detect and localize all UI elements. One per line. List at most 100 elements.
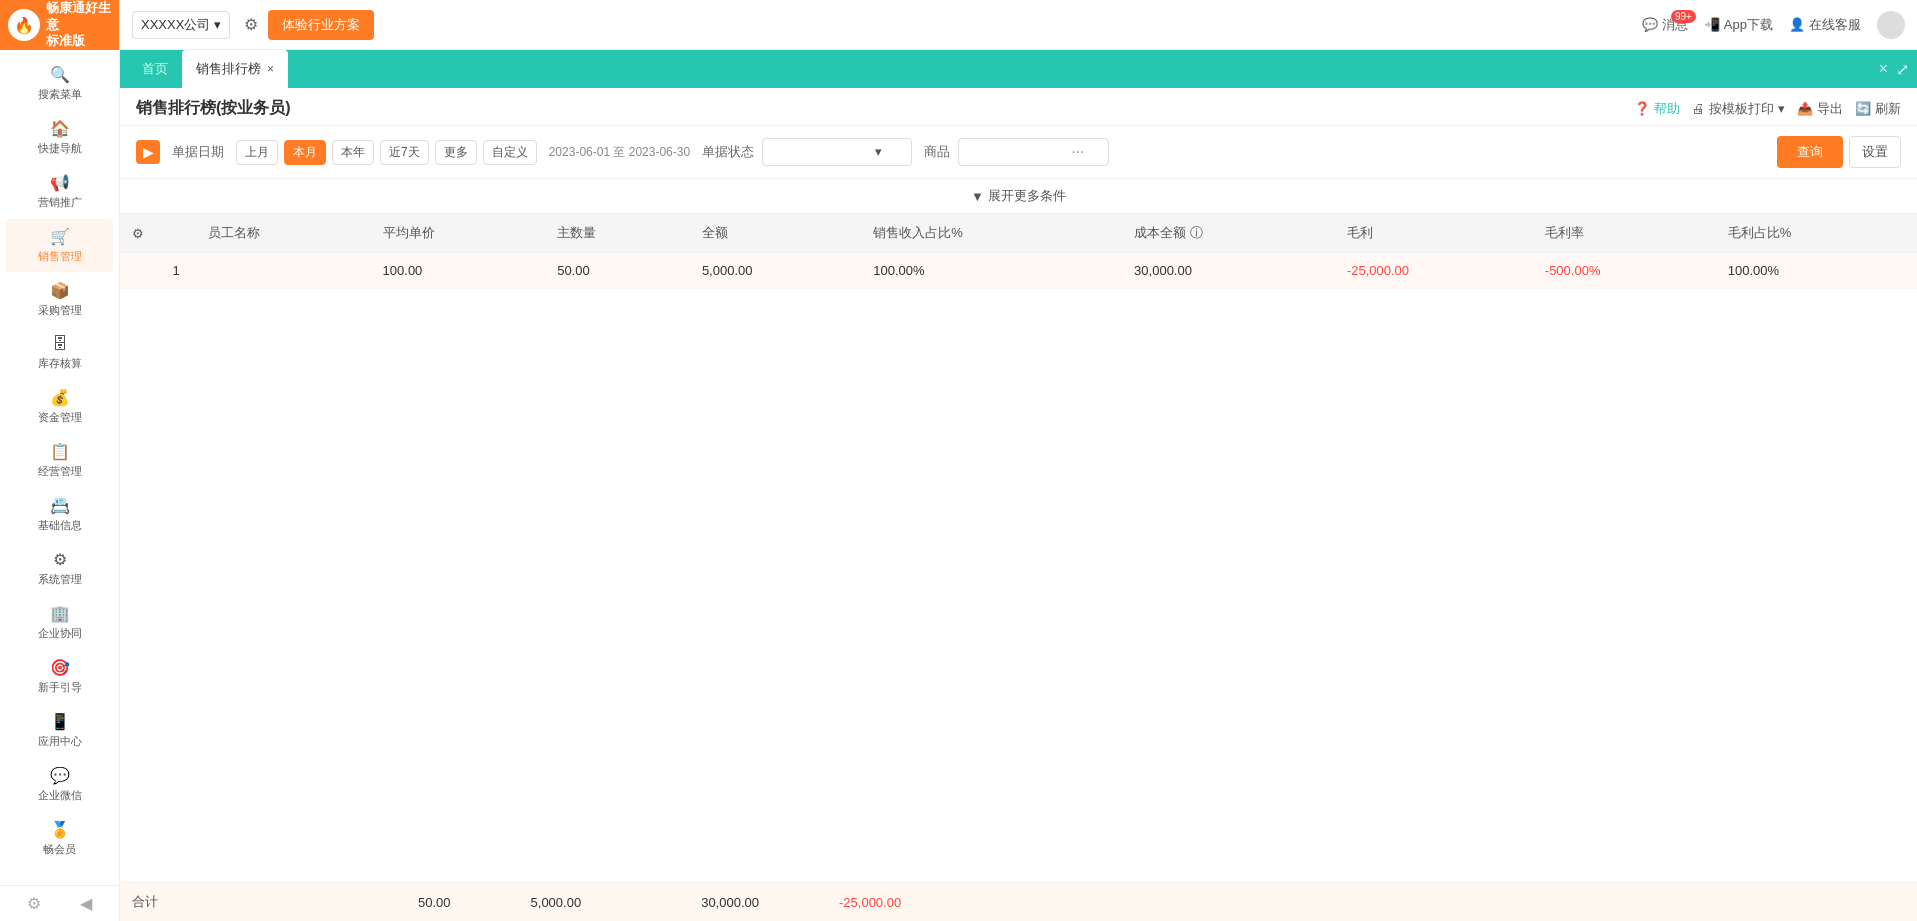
status-filter-label: 单据状态	[702, 143, 754, 161]
query-button[interactable]: 查询	[1777, 136, 1843, 168]
topbar-right: 💬 消息 99+ 📲 App下载 👤 在线客服	[1642, 11, 1905, 39]
date-filter-label: 单据日期	[172, 143, 224, 161]
table-container: ⚙ 员工名称 平均单价 主数量 全额 销售收入占比% 成本全额 ⓘ 毛利 毛利率…	[120, 214, 1917, 882]
settings-button[interactable]: 设置	[1849, 136, 1901, 168]
tab-close-all-icon[interactable]: ×	[1879, 60, 1888, 79]
row-sales-ratio-cell: 100.00%	[861, 253, 1122, 289]
table-footer: 合计 50.00 5,000.00 30,000.00 -25,000.00	[120, 882, 1917, 921]
goods-filter-label: 商品	[924, 143, 950, 161]
app-download-button[interactable]: 📲 App下载	[1704, 16, 1773, 34]
help-button[interactable]: ❓ 帮助	[1634, 100, 1680, 118]
service-icon: 👤	[1789, 17, 1805, 32]
sidebar-item-marketing[interactable]: 📢 营销推广	[6, 165, 113, 218]
date-range-display: 2023-06-01 至 2023-06-30	[549, 144, 690, 161]
sidebar-collapse-icon[interactable]: ◀	[80, 894, 92, 913]
sidebar-item-enterprise[interactable]: 🏢 企业协同	[6, 596, 113, 649]
trial-button[interactable]: 体验行业方案	[268, 10, 374, 40]
date-this-month-btn[interactable]: 本月	[284, 140, 326, 165]
tab-sales-ranking[interactable]: 销售排行榜 ×	[182, 50, 288, 88]
row-rank-cell: 1	[156, 253, 196, 289]
message-badge: 99+	[1671, 10, 1696, 23]
sidebar-item-purchase[interactable]: 📦 采购管理	[6, 273, 113, 326]
toggle-filter-button[interactable]: ▶	[136, 140, 160, 164]
download-icon: 📲	[1704, 17, 1720, 32]
status-filter-group: 单据状态 ▾	[702, 138, 912, 166]
table-row: 1 100.00 50.00 5,000.00 100.00% 30,000.0…	[120, 253, 1917, 289]
date-filters: 上月 本月 本年 近7天 更多 自定义	[236, 140, 537, 165]
date-more-btn[interactable]: 更多	[435, 140, 477, 165]
sidebar-item-inventory[interactable]: 🗄 库存核算	[6, 327, 113, 379]
sidebar-item-search[interactable]: 🔍 搜索菜单	[6, 57, 113, 110]
export-icon: 📤	[1797, 101, 1813, 116]
row-avg-price-cell: 100.00	[371, 253, 546, 289]
topbar: XXXXX公司 ▾ ⚙ 体验行业方案 💬 消息 99+ 📲 App下载 👤 在线…	[120, 0, 1917, 50]
status-select[interactable]: ▾	[762, 138, 912, 166]
refresh-button[interactable]: 🔄 刷新	[1855, 100, 1901, 118]
footer-main-qty: 50.00	[418, 895, 451, 910]
row-gross-cell: -25,000.00	[1335, 253, 1533, 289]
row-name-cell	[196, 253, 371, 289]
online-service-button[interactable]: 👤 在线客服	[1789, 16, 1861, 34]
col-gross-rate: 毛利率	[1533, 214, 1716, 253]
col-sales-ratio: 销售收入占比%	[861, 214, 1122, 253]
print-chevron-icon: ▾	[1778, 101, 1785, 116]
filter-row-1: ▶ 单据日期 上月 本月 本年 近7天 更多 自定义 2023-06-01 至 …	[136, 136, 1901, 168]
export-button[interactable]: 📤 导出	[1797, 100, 1843, 118]
tab-close-icon[interactable]: ×	[267, 62, 274, 76]
main-area: XXXXX公司 ▾ ⚙ 体验行业方案 💬 消息 99+ 📲 App下载 👤 在线…	[120, 0, 1917, 921]
tab-expand-icon[interactable]: ⤢	[1896, 60, 1909, 79]
print-button[interactable]: 🖨 按模板打印 ▾	[1692, 100, 1785, 118]
finance-icon: 💰	[50, 388, 70, 407]
page-header: 销售排行榜(按业务员) ❓ 帮助 🖨 按模板打印 ▾ 📤 导出 🔄 刷新	[120, 88, 1917, 126]
goods-select[interactable]: ···	[958, 138, 1109, 166]
column-settings-icon[interactable]: ⚙	[132, 226, 144, 241]
member-icon: 🏅	[50, 820, 70, 839]
basic-icon: 📇	[50, 496, 70, 515]
message-button[interactable]: 💬 消息 99+	[1642, 16, 1688, 34]
print-icon: 🖨	[1692, 101, 1705, 116]
beginner-icon: 🎯	[50, 658, 70, 677]
date-last-7-days-btn[interactable]: 近7天	[380, 140, 429, 165]
sidebar-item-wechat[interactable]: 💬 企业微信	[6, 758, 113, 811]
tab-home[interactable]: 首页	[128, 50, 182, 88]
row-amount-cell: 5,000.00	[690, 253, 861, 289]
sidebar-logo: 🔥 畅康通好生意 标准版	[0, 0, 119, 50]
sidebar-item-system[interactable]: ⚙ 系统管理	[6, 542, 113, 595]
tabbar: 首页 销售排行榜 × × ⤢	[120, 50, 1917, 88]
user-avatar[interactable]	[1877, 11, 1905, 39]
date-last-month-btn[interactable]: 上月	[236, 140, 278, 165]
company-name: XXXXX公司	[141, 16, 210, 34]
marketing-icon: 📢	[50, 173, 70, 192]
page-title: 销售排行榜(按业务员)	[136, 98, 291, 119]
sidebar-item-basic[interactable]: 📇 基础信息	[6, 488, 113, 541]
sidebar: 🔥 畅康通好生意 标准版 🔍 搜索菜单 🏠 快捷导航 📢 营销推广 🛒 销售管理…	[0, 0, 120, 921]
date-custom-btn[interactable]: 自定义	[483, 140, 537, 165]
content-area: 销售排行榜(按业务员) ❓ 帮助 🖨 按模板打印 ▾ 📤 导出 🔄 刷新	[120, 88, 1917, 921]
sidebar-item-operations[interactable]: 📋 经营管理	[6, 434, 113, 487]
sidebar-item-sales[interactable]: 🛒 销售管理	[6, 219, 113, 272]
expand-row: ▼ 展开更多条件	[120, 179, 1917, 214]
col-amount: 全额	[690, 214, 861, 253]
topbar-settings-icon[interactable]: ⚙	[244, 15, 258, 34]
goods-more-icon[interactable]: ···	[1071, 143, 1084, 161]
row-main-qty-cell: 50.00	[545, 253, 690, 289]
appstore-icon: 📱	[50, 712, 70, 731]
expand-chevron-icon: ▼	[971, 189, 984, 204]
company-selector[interactable]: XXXXX公司 ▾	[132, 11, 230, 39]
sales-icon: 🛒	[50, 227, 70, 246]
sidebar-item-member[interactable]: 🏅 畅会员	[6, 812, 113, 865]
ranking-table: ⚙ 员工名称 平均单价 主数量 全额 销售收入占比% 成本全额 ⓘ 毛利 毛利率…	[120, 214, 1917, 289]
logo-text: 畅康通好生意 标准版	[46, 0, 111, 50]
date-this-year-btn[interactable]: 本年	[332, 140, 374, 165]
sidebar-item-finance[interactable]: 💰 资金管理	[6, 380, 113, 433]
sidebar-item-appstore[interactable]: 📱 应用中心	[6, 704, 113, 757]
wechat-icon: 💬	[50, 766, 70, 785]
sidebar-item-quick-nav[interactable]: 🏠 快捷导航	[6, 111, 113, 164]
operations-icon: 📋	[50, 442, 70, 461]
expand-conditions-button[interactable]: ▼ 展开更多条件	[955, 183, 1082, 209]
sidebar-item-beginner[interactable]: 🎯 新手引导	[6, 650, 113, 703]
help-icon: ❓	[1634, 101, 1650, 116]
sidebar-nav: 🔍 搜索菜单 🏠 快捷导航 📢 营销推广 🛒 销售管理 📦 采购管理 🗄 库存核…	[0, 50, 119, 885]
sidebar-settings-icon[interactable]: ⚙	[27, 894, 41, 913]
row-settings-cell	[120, 253, 156, 289]
